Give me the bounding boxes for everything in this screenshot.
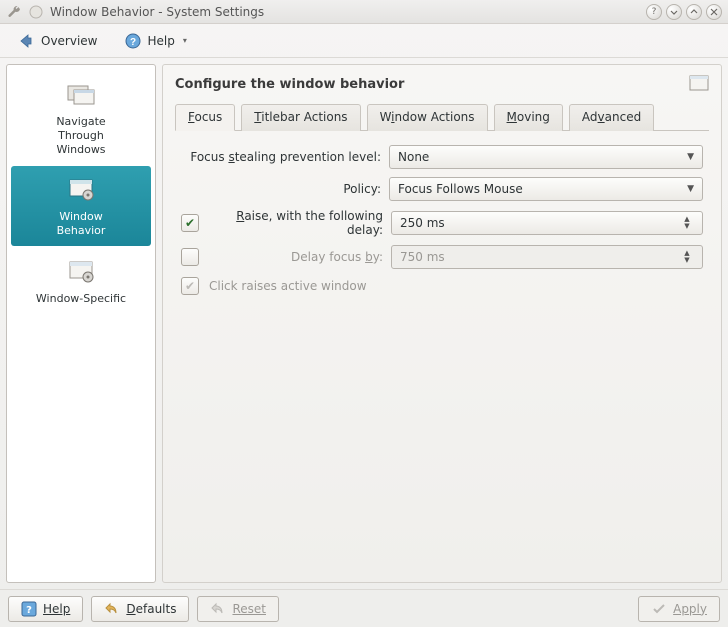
undo-icon xyxy=(104,601,120,617)
focus-stealing-select[interactable]: None ▼ xyxy=(389,145,703,169)
sidebar-item-window-specific[interactable]: Window-Specific xyxy=(11,248,151,314)
tab-focus[interactable]: Focus xyxy=(175,104,235,131)
sidebar-item-label: Navigate xyxy=(56,115,105,129)
tab-bar: Focus Titlebar Actions Window Actions Mo… xyxy=(175,103,709,131)
raise-delay-spin[interactable]: 250 ms ▲▼ xyxy=(391,211,703,235)
focus-stealing-label: Focus stealing prevention level: xyxy=(181,150,381,164)
help-window-button[interactable]: ? xyxy=(646,4,662,20)
chevron-down-icon: ▾ xyxy=(183,36,187,45)
overview-button[interactable]: Overview xyxy=(8,27,107,55)
help-menu-button[interactable]: ? Help ▾ xyxy=(115,27,196,55)
sidebar-item-label: Windows xyxy=(56,143,105,157)
wrench-icon xyxy=(6,4,22,20)
select-value: None xyxy=(398,150,687,164)
sidebar-item-navigate[interactable]: Navigate Through Windows xyxy=(11,71,151,164)
help-button-label: Help xyxy=(43,602,70,616)
delay-focus-checkbox[interactable] xyxy=(181,248,199,266)
svg-text:?: ? xyxy=(129,37,135,48)
defaults-button-label: Defaults xyxy=(126,602,176,616)
sidebar-item-label: Through xyxy=(58,129,104,143)
raise-checkbox[interactable]: ✔ xyxy=(181,214,199,232)
app-launcher-icon xyxy=(28,4,44,20)
delay-focus-spin: 750 ms ▲▼ xyxy=(391,245,703,269)
help-menu-label: Help xyxy=(148,34,175,48)
sidebar-item-window-behavior[interactable]: Window Behavior xyxy=(11,166,151,246)
help-icon: ? xyxy=(124,32,142,50)
back-arrow-icon xyxy=(17,32,35,50)
policy-label: Policy: xyxy=(181,182,381,196)
spin-value: 750 ms xyxy=(400,250,680,264)
check-icon xyxy=(651,601,667,617)
window-icon xyxy=(689,75,709,93)
apply-button: Apply xyxy=(638,596,720,622)
chevron-down-icon: ▼ xyxy=(687,184,694,194)
apply-button-label: Apply xyxy=(673,602,707,616)
defaults-button[interactable]: Defaults xyxy=(91,596,189,622)
minimize-window-button[interactable] xyxy=(666,4,682,20)
select-value: Focus Follows Mouse xyxy=(398,182,687,196)
close-window-button[interactable] xyxy=(706,4,722,20)
window-title: Window Behavior - System Settings xyxy=(50,5,640,19)
content-pane: Configure the window behavior Focus Titl… xyxy=(162,64,722,583)
spin-buttons: ▲▼ xyxy=(680,250,694,264)
reset-button-label: Reset xyxy=(232,602,266,616)
tab-moving[interactable]: Moving xyxy=(494,104,563,131)
undo-icon xyxy=(210,601,226,617)
maximize-window-button[interactable] xyxy=(686,4,702,20)
sidebar-item-label: Behavior xyxy=(57,224,106,238)
help-icon: ? xyxy=(21,601,37,617)
spin-value: 250 ms xyxy=(400,216,680,230)
policy-select[interactable]: Focus Follows Mouse ▼ xyxy=(389,177,703,201)
window-gear-icon xyxy=(63,256,99,288)
raise-label: Raise, with the following delay: xyxy=(207,209,383,237)
click-raises-checkbox: ✔ xyxy=(181,277,199,295)
sidebar-item-label: Window-Specific xyxy=(36,292,126,306)
click-raises-label: Click raises active window xyxy=(209,279,367,293)
tab-titlebar-actions[interactable]: Titlebar Actions xyxy=(241,104,360,131)
sidebar: Navigate Through Windows Window Behavior… xyxy=(6,64,156,583)
window-gear-icon xyxy=(63,174,99,206)
help-button[interactable]: ? Help xyxy=(8,596,83,622)
tab-advanced[interactable]: Advanced xyxy=(569,104,654,131)
spin-buttons[interactable]: ▲▼ xyxy=(680,216,694,230)
tab-panel-focus: Focus stealing prevention level: None ▼ … xyxy=(175,131,709,309)
chevron-down-icon: ▼ xyxy=(687,152,694,162)
reset-button: Reset xyxy=(197,596,279,622)
windows-stack-icon xyxy=(63,79,99,111)
sidebar-item-label: Window xyxy=(59,210,102,224)
tab-window-actions[interactable]: Window Actions xyxy=(367,104,488,131)
page-heading: Configure the window behavior xyxy=(175,77,404,92)
delay-focus-label: Delay focus by: xyxy=(207,250,383,264)
overview-label: Overview xyxy=(41,34,98,48)
svg-text:?: ? xyxy=(26,605,32,616)
